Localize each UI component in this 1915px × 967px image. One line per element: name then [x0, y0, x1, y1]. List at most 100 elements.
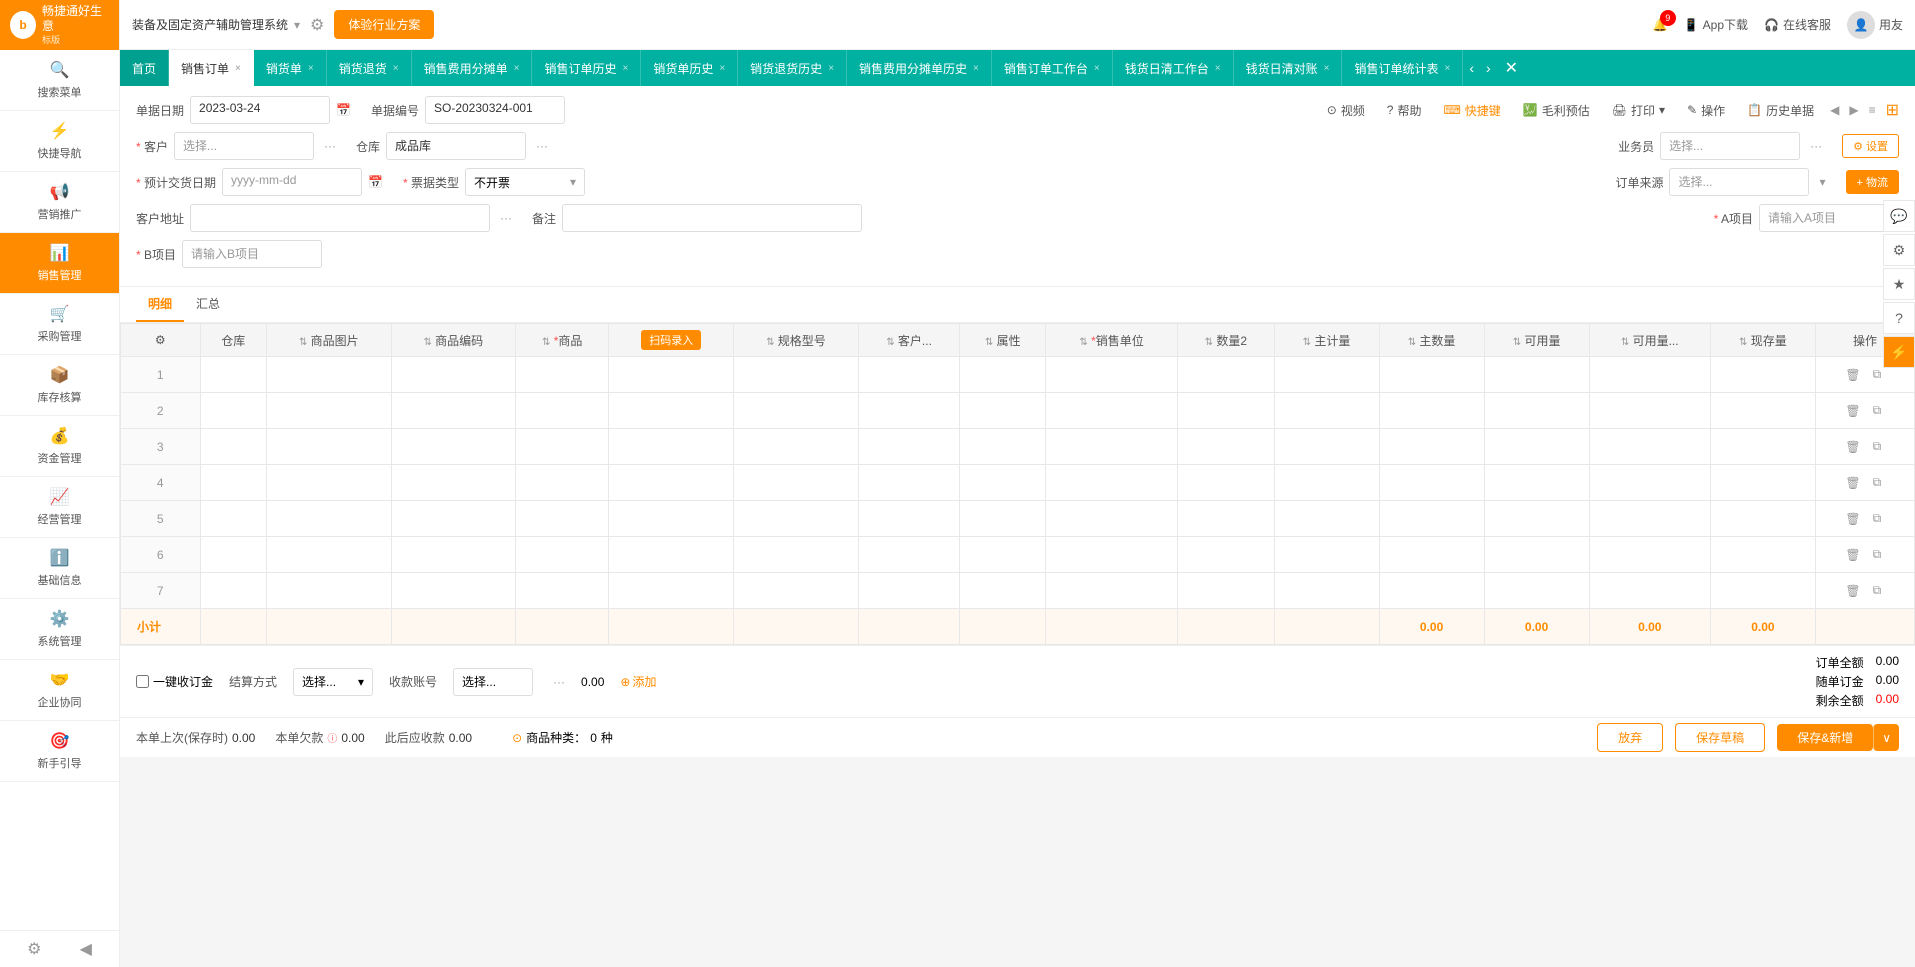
cell-available2[interactable]: [1589, 501, 1710, 537]
cell-product[interactable]: [516, 393, 609, 429]
cell-unit[interactable]: [1046, 393, 1178, 429]
tab-钱货日清对账[interactable]: 钱货日清对账×: [1234, 50, 1343, 86]
sidebar-item-采购管理[interactable]: 🛒 采购管理: [0, 294, 119, 355]
history-btn[interactable]: 📋 历史单据: [1741, 100, 1820, 121]
row-copy-icon[interactable]: ⧉: [1867, 581, 1887, 601]
cell-image[interactable]: [267, 393, 392, 429]
order-source-arrow-icon[interactable]: ▾: [1819, 175, 1825, 189]
online-support-link[interactable]: 🎧 在线客服: [1764, 16, 1831, 33]
sort-icon[interactable]: ⇅: [766, 337, 774, 348]
cell-customer_code[interactable]: [858, 393, 960, 429]
cell-main_qty[interactable]: [1379, 393, 1484, 429]
cell-main_unit[interactable]: [1274, 573, 1379, 609]
cell-qty2[interactable]: [1178, 429, 1274, 465]
customer-dots-icon[interactable]: ···: [324, 139, 336, 153]
cell-unit[interactable]: [1046, 501, 1178, 537]
cell-main_unit[interactable]: [1274, 393, 1379, 429]
tab-首页[interactable]: 首页: [120, 50, 169, 86]
solution-button[interactable]: 体验行业方案: [334, 10, 434, 39]
sort-icon[interactable]: ⇅: [423, 337, 431, 348]
row-copy-icon[interactable]: ⧉: [1867, 473, 1887, 493]
cell-product[interactable]: [516, 357, 609, 393]
sidebar-item-系统管理[interactable]: ⚙️ 系统管理: [0, 599, 119, 660]
cell-main_qty[interactable]: [1379, 465, 1484, 501]
sort-icon[interactable]: ⇅: [1079, 337, 1087, 348]
cell-main_unit[interactable]: [1274, 537, 1379, 573]
cell-current[interactable]: [1710, 537, 1815, 573]
layout-icon[interactable]: ≡: [1869, 103, 1876, 117]
cell-image[interactable]: [267, 501, 392, 537]
cell-product[interactable]: [516, 429, 609, 465]
help-btn[interactable]: ? 帮助: [1381, 100, 1428, 121]
cell-spec[interactable]: [734, 429, 859, 465]
cell-scan[interactable]: [609, 465, 734, 501]
save-new-arrow-button[interactable]: ∨: [1873, 724, 1899, 751]
cell-unit[interactable]: [1046, 429, 1178, 465]
cell-code[interactable]: [391, 501, 516, 537]
cell-qty2[interactable]: [1178, 465, 1274, 501]
cell-main_unit[interactable]: [1274, 465, 1379, 501]
cell-code[interactable]: [391, 393, 516, 429]
settings-col-icon[interactable]: ⚙: [155, 333, 166, 347]
cell-qty2[interactable]: [1178, 501, 1274, 537]
row-delete-icon[interactable]: 🗑: [1843, 473, 1863, 493]
cell-spec[interactable]: [734, 573, 859, 609]
cell-available2[interactable]: [1589, 465, 1710, 501]
sidebar-item-营销推广[interactable]: 📢 营销推广: [0, 172, 119, 233]
view-video-btn[interactable]: ⊙ 视频: [1321, 100, 1371, 121]
cell-unit[interactable]: [1046, 573, 1178, 609]
operation-btn[interactable]: ✎ 操作: [1681, 100, 1731, 121]
cell-customer_code[interactable]: [858, 465, 960, 501]
cell-attribute[interactable]: [960, 501, 1046, 537]
customer-address-dots-icon[interactable]: ···: [500, 211, 512, 225]
cell-warehouse[interactable]: [200, 501, 267, 537]
cell-code[interactable]: [391, 537, 516, 573]
row-delete-icon[interactable]: 🗑: [1843, 581, 1863, 601]
customer-input[interactable]: 选择...: [174, 132, 314, 160]
b-project-input[interactable]: 请输入B项目: [182, 240, 322, 268]
settings-btn[interactable]: ⚙ ⚙ 设置设置: [1842, 134, 1899, 158]
cell-image[interactable]: [267, 465, 392, 501]
sort-icon[interactable]: ⇅: [886, 337, 894, 348]
cell-product[interactable]: [516, 465, 609, 501]
cell-current[interactable]: [1710, 357, 1815, 393]
cell-unit[interactable]: [1046, 537, 1178, 573]
tab-销售订单[interactable]: 销售订单×: [169, 50, 254, 86]
row-copy-icon[interactable]: ⧉: [1867, 509, 1887, 529]
tabbar-extra-icon[interactable]: ✕: [1497, 58, 1526, 78]
sidebar-item-快捷导航[interactable]: ⚡ 快捷导航: [0, 111, 119, 172]
cell-attribute[interactable]: [960, 537, 1046, 573]
row-delete-icon[interactable]: 🗑: [1843, 545, 1863, 565]
sort-icon[interactable]: ⇅: [1205, 337, 1213, 348]
cell-available[interactable]: [1484, 465, 1589, 501]
cell-warehouse[interactable]: [200, 465, 267, 501]
expand-icon[interactable]: ⊞: [1886, 100, 1899, 120]
sidebar-settings-icon[interactable]: ⚙: [27, 939, 41, 959]
cell-unit[interactable]: [1046, 357, 1178, 393]
cell-current[interactable]: [1710, 393, 1815, 429]
sidebar-item-基础信息[interactable]: ℹ️ 基础信息: [0, 538, 119, 599]
cell-available2[interactable]: [1589, 573, 1710, 609]
cell-main_qty[interactable]: [1379, 537, 1484, 573]
topbar-gear-icon[interactable]: ⚙: [310, 15, 324, 35]
cell-scan[interactable]: [609, 537, 734, 573]
tab-销货单[interactable]: 销货单×: [254, 50, 327, 86]
right-action-2[interactable]: ⚙: [1883, 234, 1915, 266]
delivery-date-input[interactable]: yyyy-mm-dd: [222, 168, 362, 196]
tab-close-icon[interactable]: ×: [1215, 63, 1221, 74]
warehouse-dots-icon[interactable]: ···: [536, 139, 548, 153]
cell-customer_code[interactable]: [858, 573, 960, 609]
cell-current[interactable]: [1710, 501, 1815, 537]
receipt-dots-icon[interactable]: ···: [553, 675, 565, 689]
tabbar-prev-icon[interactable]: ‹: [1463, 60, 1480, 76]
nav-next-icon[interactable]: ▶: [1849, 103, 1858, 117]
cell-warehouse[interactable]: [200, 393, 267, 429]
calendar-icon[interactable]: 📅: [336, 103, 351, 117]
nav-prev-icon[interactable]: ◀: [1830, 103, 1839, 117]
right-action-1[interactable]: 💬: [1883, 200, 1915, 232]
sort-icon[interactable]: ⇅: [1408, 337, 1416, 348]
cell-warehouse[interactable]: [200, 357, 267, 393]
cell-main_qty[interactable]: [1379, 357, 1484, 393]
tab-close-icon[interactable]: ×: [393, 63, 399, 74]
cell-attribute[interactable]: [960, 393, 1046, 429]
